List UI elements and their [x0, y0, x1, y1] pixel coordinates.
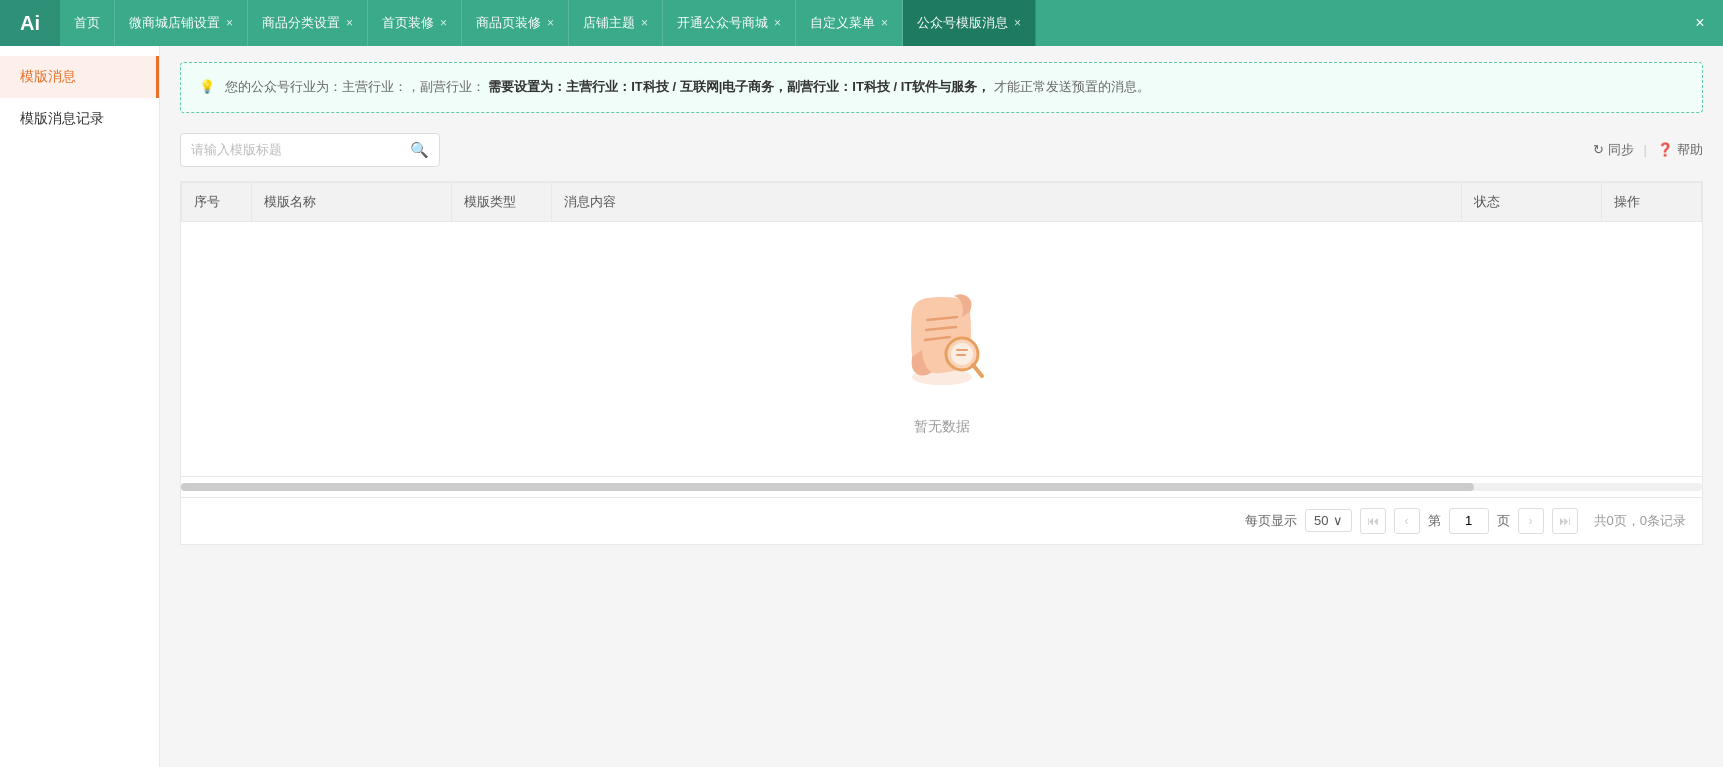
last-page-button[interactable]: ⏭ — [1552, 508, 1578, 534]
per-page-label: 每页显示 — [1245, 512, 1297, 530]
nav-tab-custom-menu[interactable]: 自定义菜单 × — [796, 0, 903, 46]
horizontal-scrollbar-track[interactable] — [181, 483, 1702, 491]
nav-tab-category-settings[interactable]: 商品分类设置 × — [248, 0, 368, 46]
close-tab-custom-menu[interactable]: × — [881, 16, 888, 30]
nav-tab-store-settings[interactable]: 微商城店铺设置 × — [115, 0, 248, 46]
total-info: 共0页，0条记录 — [1594, 512, 1686, 530]
search-actions: ↻ 同步 | ❓ 帮助 — [1593, 141, 1703, 159]
first-page-button[interactable]: ⏮ — [1360, 508, 1386, 534]
nav-tab-template-message[interactable]: 公众号模版消息 × — [903, 0, 1036, 46]
close-tab-template-message[interactable]: × — [1014, 16, 1021, 30]
empty-state-row: 暂无数据 — [182, 221, 1702, 476]
horizontal-scrollbar-thumb[interactable] — [181, 483, 1474, 491]
empty-illustration — [882, 282, 1002, 402]
prev-page-button[interactable]: ‹ — [1394, 508, 1420, 534]
per-page-select[interactable]: 50 ∨ — [1305, 509, 1351, 532]
top-navigation: Ai 首页 微商城店铺设置 × 商品分类设置 × 首页装修 × 商品页装修 × … — [0, 0, 1723, 46]
page-suffix-label: 页 — [1497, 512, 1510, 530]
help-button[interactable]: ❓ 帮助 — [1657, 141, 1703, 159]
sync-icon: ↻ — [1593, 142, 1604, 157]
close-tab-store-theme[interactable]: × — [641, 16, 648, 30]
col-index: 序号 — [182, 182, 252, 221]
app-logo: Ai — [0, 0, 60, 46]
nav-tab-home-decoration[interactable]: 首页装修 × — [368, 0, 462, 46]
pagination-bar: 每页显示 50 ∨ ⏮ ‹ 第 页 › ⏭ 共0页，0条记录 — [181, 497, 1702, 544]
search-input[interactable] — [191, 142, 410, 157]
col-name: 模版名称 — [252, 182, 452, 221]
sync-button[interactable]: ↻ 同步 — [1593, 141, 1634, 159]
col-status: 状态 — [1462, 182, 1602, 221]
empty-text: 暂无数据 — [914, 418, 970, 436]
nav-tab-home[interactable]: 首页 — [60, 0, 115, 46]
search-icon[interactable]: 🔍 — [410, 141, 429, 159]
col-content: 消息内容 — [552, 182, 1462, 221]
close-tab-product-decoration[interactable]: × — [547, 16, 554, 30]
sidebar: 模版消息 模版消息记录 — [0, 46, 160, 767]
close-all-button[interactable]: × — [1677, 0, 1723, 46]
chevron-down-icon: ∨ — [1333, 513, 1343, 528]
nav-tab-list: 首页 微商城店铺设置 × 商品分类设置 × 首页装修 × 商品页装修 × 店铺主… — [60, 0, 1677, 46]
sidebar-item-template-message[interactable]: 模版消息 — [0, 56, 159, 98]
nav-tab-product-decoration[interactable]: 商品页装修 × — [462, 0, 569, 46]
notice-box: 💡 您的公众号行业为：主营行业：，副营行业： 需要设置为：主营行业：IT科技 /… — [180, 62, 1703, 113]
table-container: 序号 模版名称 模版类型 消息内容 状态 操作 — [180, 181, 1703, 545]
close-tab-home-decoration[interactable]: × — [440, 16, 447, 30]
search-input-wrap[interactable]: 🔍 — [180, 133, 440, 167]
col-action: 操作 — [1602, 182, 1702, 221]
next-page-button[interactable]: › — [1518, 508, 1544, 534]
bulb-icon: 💡 — [199, 79, 215, 94]
data-table: 序号 模版名称 模版类型 消息内容 状态 操作 — [181, 182, 1702, 476]
divider: | — [1644, 142, 1647, 157]
nav-tab-open-mall[interactable]: 开通公众号商城 × — [663, 0, 796, 46]
main-layout: 模版消息 模版消息记录 💡 您的公众号行业为：主营行业：，副营行业： 需要设置为… — [0, 46, 1723, 767]
nav-tab-store-theme[interactable]: 店铺主题 × — [569, 0, 663, 46]
close-tab-store-settings[interactable]: × — [226, 16, 233, 30]
empty-state: 暂无数据 — [182, 222, 1702, 476]
svg-line-6 — [973, 365, 982, 376]
close-tab-category-settings[interactable]: × — [346, 16, 353, 30]
page-prefix-label: 第 — [1428, 512, 1441, 530]
table-header-row: 序号 模版名称 模版类型 消息内容 状态 操作 — [182, 182, 1702, 221]
col-type: 模版类型 — [452, 182, 552, 221]
search-bar: 🔍 ↻ 同步 | ❓ 帮助 — [180, 133, 1703, 167]
close-tab-open-mall[interactable]: × — [774, 16, 781, 30]
help-icon: ❓ — [1657, 142, 1673, 157]
sidebar-item-template-record[interactable]: 模版消息记录 — [0, 98, 159, 140]
page-number-input[interactable] — [1449, 508, 1489, 534]
per-page-value: 50 — [1314, 513, 1328, 528]
main-content: 💡 您的公众号行业为：主营行业：，副营行业： 需要设置为：主营行业：IT科技 /… — [160, 46, 1723, 767]
